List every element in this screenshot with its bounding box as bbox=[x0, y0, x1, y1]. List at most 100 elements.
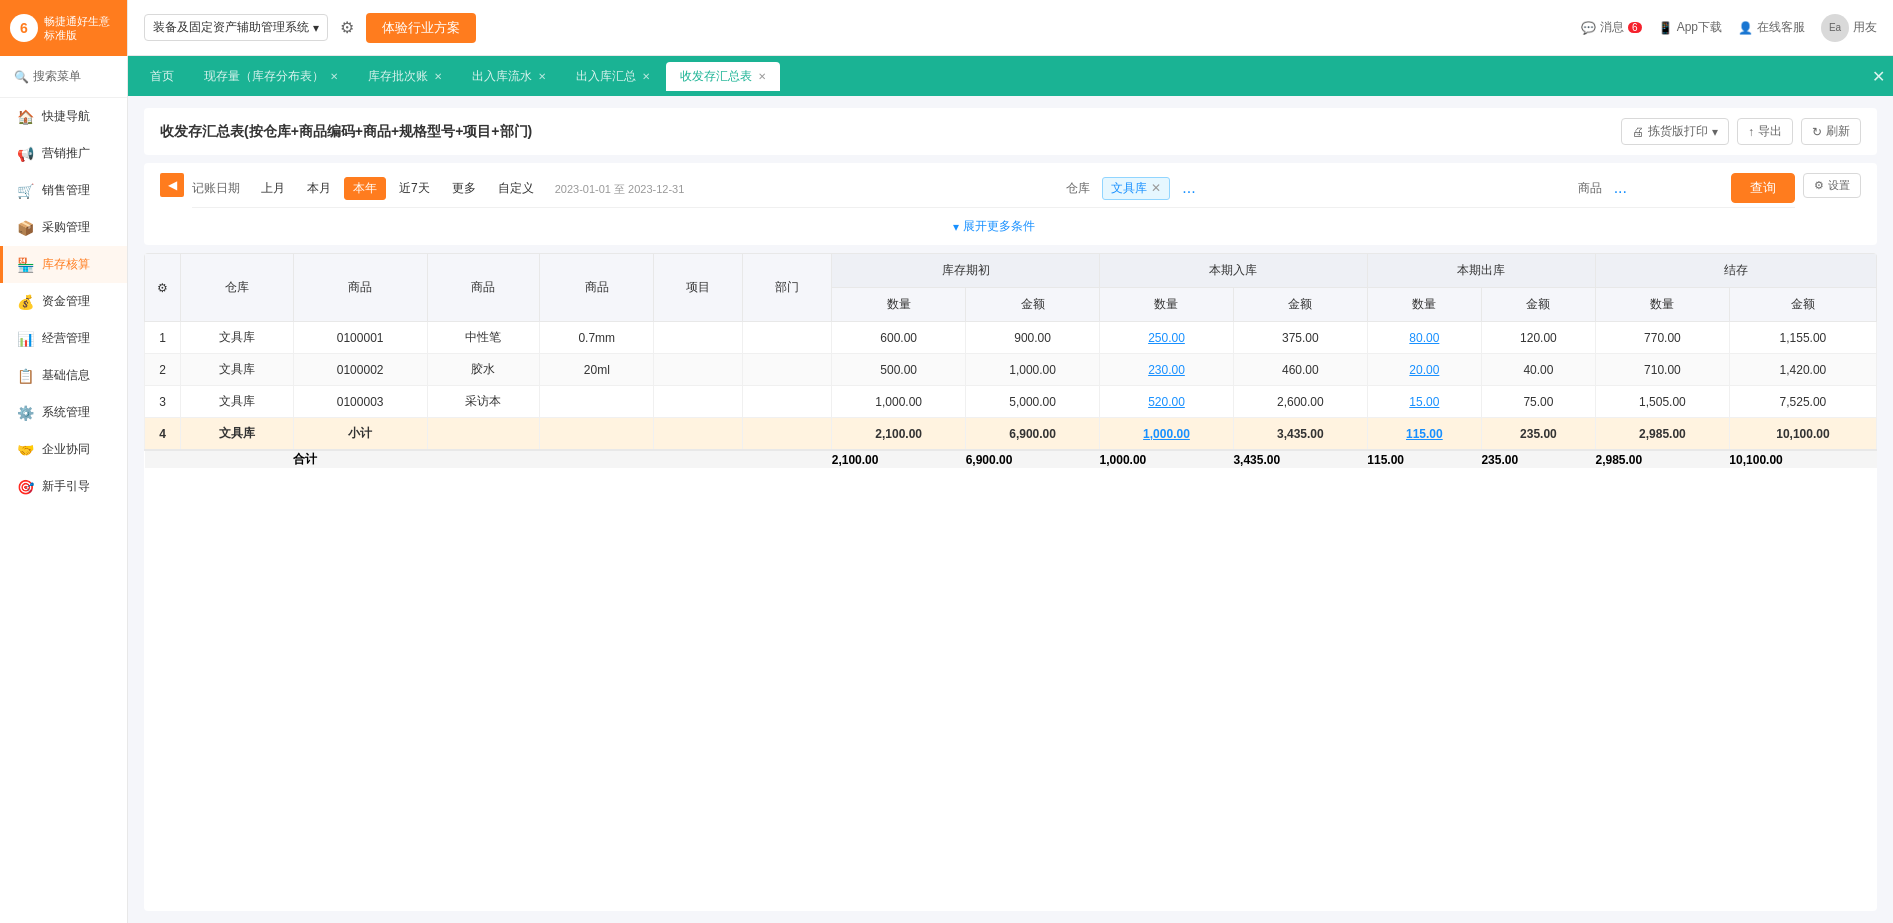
expand-more-btn[interactable]: ▾ 展开更多条件 bbox=[953, 218, 1035, 235]
date-btn-more[interactable]: 更多 bbox=[443, 177, 485, 200]
col-out-qty: 数量 bbox=[1367, 288, 1481, 322]
date-btn-last-month[interactable]: 上月 bbox=[252, 177, 294, 200]
total-open-qty: 2,100.00 bbox=[832, 450, 966, 468]
sidebar-item-inventory[interactable]: 🏪 库存核算 bbox=[0, 246, 127, 283]
sidebar-item-basic[interactable]: 📋 基础信息 bbox=[0, 357, 127, 394]
row2-open-amt: 1,000.00 bbox=[966, 354, 1100, 386]
service-icon: 👤 bbox=[1738, 21, 1753, 35]
row3-out-qty[interactable]: 15.00 bbox=[1367, 386, 1481, 418]
settings-panel-btn[interactable]: ⚙ 设置 bbox=[1803, 173, 1861, 198]
tab-inout-flow[interactable]: 出入库流水 ✕ bbox=[458, 62, 560, 91]
online-service-btn[interactable]: 👤 在线客服 bbox=[1738, 19, 1805, 36]
sales-icon: 🛒 bbox=[17, 183, 34, 199]
table-footer: 合计 2,100.00 6,900.00 1,000.00 3,435.00 1… bbox=[145, 450, 1877, 468]
search-icon: 🔍 bbox=[14, 70, 29, 84]
date-btn-7days[interactable]: 近7天 bbox=[390, 177, 439, 200]
sidebar-item-operations[interactable]: 📊 经营管理 bbox=[0, 320, 127, 357]
tab-batch[interactable]: 库存批次账 ✕ bbox=[354, 62, 456, 91]
warehouse-tag: 文具库 ✕ bbox=[1102, 177, 1170, 200]
col-product-spec: 商品 bbox=[540, 254, 654, 322]
row2-out-qty[interactable]: 20.00 bbox=[1367, 354, 1481, 386]
row1-in-qty[interactable]: 250.00 bbox=[1100, 322, 1234, 354]
message-btn[interactable]: 💬 消息 6 bbox=[1581, 19, 1642, 36]
tabs-close-all-btn[interactable]: ✕ bbox=[1872, 67, 1885, 86]
sidebar-item-finance[interactable]: 💰 资金管理 bbox=[0, 283, 127, 320]
tab-receive-summary-close[interactable]: ✕ bbox=[758, 71, 766, 82]
marketing-icon: 📢 bbox=[17, 146, 34, 162]
date-btn-this-month[interactable]: 本月 bbox=[298, 177, 340, 200]
tab-stock[interactable]: 现存量（库存分布表） ✕ bbox=[190, 62, 352, 91]
row3-code: 0100003 bbox=[293, 386, 427, 418]
subtotal-out-qty[interactable]: 115.00 bbox=[1367, 418, 1481, 451]
tab-inout-flow-close[interactable]: ✕ bbox=[538, 71, 546, 82]
tab-batch-close[interactable]: ✕ bbox=[434, 71, 442, 82]
export-btn[interactable]: ↑ 导出 bbox=[1737, 118, 1793, 145]
page-content: 收发存汇总表(按仓库+商品编码+商品+规格型号+项目+部门) 🖨 拣货版打印 ▾… bbox=[128, 96, 1893, 923]
search-menu-btn[interactable]: 🔍 搜索菜单 bbox=[8, 64, 119, 89]
industry-btn[interactable]: 体验行业方案 bbox=[366, 13, 476, 43]
user-avatar[interactable]: Ea 用友 bbox=[1821, 14, 1877, 42]
row2-in-qty[interactable]: 230.00 bbox=[1100, 354, 1234, 386]
chevron-down-icon2: ▾ bbox=[1712, 125, 1718, 139]
col-project: 项目 bbox=[654, 254, 743, 322]
date-btn-custom[interactable]: 自定义 bbox=[489, 177, 543, 200]
table-settings-col[interactable]: ⚙ bbox=[145, 254, 181, 322]
sidebar-item-purchase[interactable]: 📦 采购管理 bbox=[0, 209, 127, 246]
tab-receive-summary[interactable]: 收发存汇总表 ✕ bbox=[666, 62, 780, 91]
settings-icon[interactable]: ⚙ bbox=[340, 18, 354, 37]
system-title: 装备及固定资产辅助管理系统 bbox=[153, 19, 309, 36]
sidebar-item-sales[interactable]: 🛒 销售管理 bbox=[0, 172, 127, 209]
message-icon: 💬 bbox=[1581, 21, 1596, 35]
filter-collapse-btn[interactable]: ◀ bbox=[160, 173, 184, 197]
col-product-name: 商品 bbox=[427, 254, 540, 322]
date-range-display: 2023-01-01 至 2023-12-31 bbox=[555, 180, 685, 197]
subtotal-out-amt: 235.00 bbox=[1481, 418, 1595, 451]
row1-out-amt: 120.00 bbox=[1481, 322, 1595, 354]
sidebar-item-quicknav[interactable]: 🏠 快捷导航 bbox=[0, 98, 127, 135]
date-range-text: 2023-01-01 至 2023-12-31 bbox=[555, 182, 685, 197]
total-close-amt: 10,100.00 bbox=[1729, 450, 1876, 468]
subtotal-close-qty: 2,985.00 bbox=[1595, 418, 1729, 451]
data-table-container: ⚙ 仓库 商品 商品 商品 项目 部门 库存期初 本期入库 本期出库 结存 数量 bbox=[144, 253, 1877, 911]
date-buttons: 上月 本月 本年 近7天 更多 自定义 bbox=[252, 177, 543, 200]
page-actions: 🖨 拣货版打印 ▾ ↑ 导出 ↻ 刷新 bbox=[1621, 118, 1861, 145]
warehouse-more-btn[interactable]: ... bbox=[1182, 179, 1195, 197]
warehouse-filter-label: 仓库 bbox=[1066, 180, 1090, 197]
sidebar-search[interactable]: 🔍 搜索菜单 bbox=[0, 56, 127, 98]
sidebar-item-marketing[interactable]: 📢 营销推广 bbox=[0, 135, 127, 172]
query-btn[interactable]: 查询 bbox=[1731, 173, 1795, 203]
warehouse-tag-close[interactable]: ✕ bbox=[1151, 181, 1161, 195]
row1-out-qty[interactable]: 80.00 bbox=[1367, 322, 1481, 354]
sidebar-item-enterprise[interactable]: 🤝 企业协同 bbox=[0, 431, 127, 468]
refresh-btn[interactable]: ↻ 刷新 bbox=[1801, 118, 1861, 145]
date-btn-this-year[interactable]: 本年 bbox=[344, 177, 386, 200]
tab-inout-summary[interactable]: 出入库汇总 ✕ bbox=[562, 62, 664, 91]
total-open-amt: 6,900.00 bbox=[966, 450, 1100, 468]
sidebar-item-newbie[interactable]: 🎯 新手引导 bbox=[0, 468, 127, 505]
avatar: Ea bbox=[1821, 14, 1849, 42]
logo-icon: 6 bbox=[10, 14, 38, 42]
print-btn[interactable]: 🖨 拣货版打印 ▾ bbox=[1621, 118, 1729, 145]
tab-home[interactable]: 首页 bbox=[136, 62, 188, 91]
product-more-btn[interactable]: ... bbox=[1614, 179, 1627, 197]
app-download-btn[interactable]: 📱 App下载 bbox=[1658, 19, 1722, 36]
row1-warehouse: 文具库 bbox=[181, 322, 294, 354]
row2-close-qty: 710.00 bbox=[1595, 354, 1729, 386]
filter-row-main: 记账日期 上月 本月 本年 近7天 更多 自定义 2023-01-01 至 20… bbox=[192, 173, 1795, 203]
col-open-qty: 数量 bbox=[832, 288, 966, 322]
system-selector[interactable]: 装备及固定资产辅助管理系统 ▾ bbox=[144, 14, 328, 41]
total-in-qty: 1,000.00 bbox=[1100, 450, 1234, 468]
subtotal-in-qty[interactable]: 1,000.00 bbox=[1100, 418, 1234, 451]
tab-stock-close[interactable]: ✕ bbox=[330, 71, 338, 82]
row2-warehouse: 文具库 bbox=[181, 354, 294, 386]
tab-inout-summary-close[interactable]: ✕ bbox=[642, 71, 650, 82]
row3-out-amt: 75.00 bbox=[1481, 386, 1595, 418]
chevron-down-icon: ▾ bbox=[313, 21, 319, 35]
row1-open-qty: 600.00 bbox=[832, 322, 966, 354]
sidebar-item-system[interactable]: ⚙️ 系统管理 bbox=[0, 394, 127, 431]
operations-icon: 📊 bbox=[17, 331, 34, 347]
row2-close-amt: 1,420.00 bbox=[1729, 354, 1876, 386]
export-icon: ↑ bbox=[1748, 125, 1754, 139]
row3-in-qty[interactable]: 520.00 bbox=[1100, 386, 1234, 418]
row2-dept bbox=[743, 354, 832, 386]
